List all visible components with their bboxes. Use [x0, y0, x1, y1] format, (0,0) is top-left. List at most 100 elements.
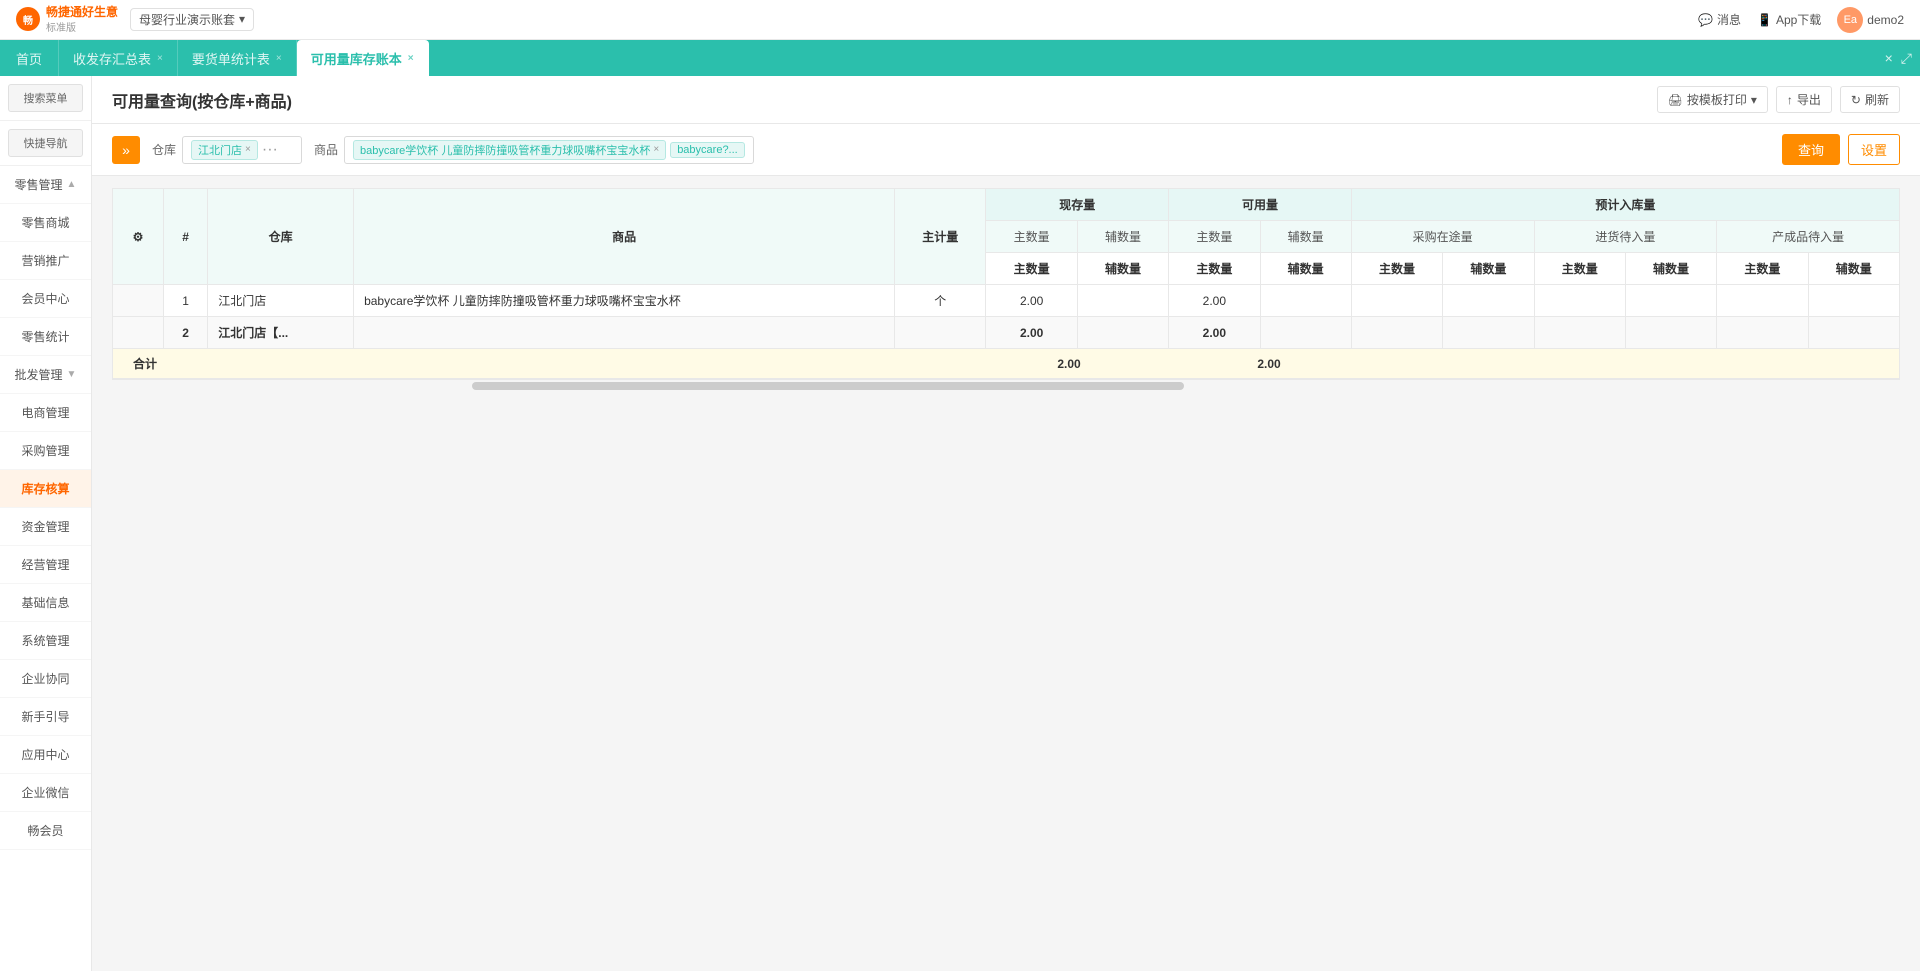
product-filter-input[interactable]: babycare学饮杯 儿童防摔防撞吸管杯重力球吸嘴杯宝宝水杯 × babyca… — [344, 136, 754, 164]
row1-inb-main — [1534, 285, 1625, 317]
close-all-btn[interactable]: × — [1885, 50, 1893, 66]
print-icon: 🖨 — [1668, 93, 1683, 107]
enterprise-collab-label: 企业协同 — [21, 670, 69, 687]
horizontal-scrollbar[interactable] — [112, 379, 1900, 391]
row1-main-unit: 个 — [895, 285, 986, 317]
sidebar-item-member[interactable]: 畅会员 — [0, 812, 91, 850]
sidebar-item-app-center[interactable]: 应用中心 — [0, 736, 91, 774]
sidebar-item-enterprise-collab[interactable]: 企业协同 — [0, 660, 91, 698]
row1-prod-aux — [1808, 285, 1899, 317]
sidebar-item-retail-mgmt[interactable]: 零售管理 ▲ — [0, 166, 91, 204]
sidebar-item-purchase[interactable]: 采购管理 — [0, 432, 91, 470]
col-pur-main: 主数量 — [1351, 253, 1442, 285]
col-current-aux-header: 辅数量 — [1077, 221, 1168, 253]
table-row: 2 江北门店【... 2.00 2.00 — [113, 317, 1900, 349]
warehouse-filter-input[interactable]: 江北门店 × ··· — [182, 136, 302, 164]
close-receipt-summary[interactable]: × — [157, 53, 163, 64]
col-settings[interactable]: ⚙ — [113, 189, 164, 285]
fullscreen-btn[interactable]: ⤢ — [1901, 50, 1912, 67]
sidebar: 搜索菜单 快捷导航 零售管理 ▲ 零售商城 营销推广 会员中心 零售统计 批发管… — [0, 76, 92, 971]
industry-label: 母婴行业演示账套 — [139, 11, 235, 28]
tab-home[interactable]: 首页 — [0, 40, 59, 76]
marketing-label: 营销推广 — [21, 252, 69, 269]
print-template-btn[interactable]: 🖨 按模板打印 ▾ — [1657, 86, 1768, 113]
row2-seq: 2 — [163, 317, 207, 349]
export-btn[interactable]: ↑ 导出 — [1776, 86, 1832, 113]
member-center-label: 会员中心 — [21, 290, 69, 307]
search-menu-btn[interactable]: 搜索菜单 — [8, 84, 83, 112]
tab-available-stock[interactable]: 可用量库存账本 × — [297, 40, 429, 76]
sidebar-item-ecommerce[interactable]: 电商管理 — [0, 394, 91, 432]
product-tag1-remove[interactable]: × — [653, 144, 659, 155]
col-main-unit-header: 主计量 — [895, 189, 986, 285]
col-prod-main: 主数量 — [1717, 253, 1808, 285]
col-inbound-pending-header: 进货待入量 — [1534, 221, 1717, 253]
product-tag1-value: babycare学饮杯 儿童防摔防撞吸管杯重力球吸嘴杯宝宝水杯 — [360, 142, 650, 158]
message-label: 消息 — [1717, 11, 1741, 28]
print-label: 按模板打印 — [1687, 91, 1747, 108]
col-av-main: 主数量 — [1169, 253, 1260, 285]
table-area: ⚙ # 仓库 商品 主计量 现存量 可用量 预计入库量 主数量 辅数量 主数量 … — [92, 176, 1920, 403]
sidebar-item-inventory[interactable]: 库存核算 — [0, 470, 91, 508]
close-available-stock[interactable]: × — [408, 53, 414, 64]
warehouse-filter: 仓库 江北门店 × ··· — [152, 136, 302, 164]
sidebar-item-retail-mall[interactable]: 零售商城 — [0, 204, 91, 242]
row2-settings[interactable] — [113, 317, 164, 349]
sidebar-item-member-center[interactable]: 会员中心 — [0, 280, 91, 318]
sidebar-item-finance[interactable]: 资金管理 — [0, 508, 91, 546]
sidebar-quick-nav: 快捷导航 — [0, 121, 91, 166]
sidebar-item-system-mgmt[interactable]: 系统管理 — [0, 622, 91, 660]
col-av-aux: 辅数量 — [1260, 253, 1351, 285]
quick-nav-btn[interactable]: 快捷导航 — [8, 129, 83, 157]
user-area[interactable]: Ea demo2 — [1837, 7, 1904, 33]
product-tag1: babycare学饮杯 儿童防摔防撞吸管杯重力球吸嘴杯宝宝水杯 × — [353, 140, 666, 160]
tab-receipt-summary[interactable]: 收发存汇总表 × — [59, 40, 178, 76]
page-actions: 🖨 按模板打印 ▾ ↑ 导出 ↻ 刷新 — [1657, 86, 1900, 113]
product-filter: 商品 babycare学饮杯 儿童防摔防撞吸管杯重力球吸嘴杯宝宝水杯 × bab… — [314, 136, 754, 164]
row1-settings[interactable] — [113, 285, 164, 317]
logo-text: 畅捷通好生意 — [46, 5, 118, 19]
filter-toggle-btn[interactable]: » — [112, 136, 140, 164]
warehouse-more-btn[interactable]: ··· — [262, 141, 278, 159]
basic-info-label: 基础信息 — [21, 594, 69, 611]
industry-dropdown-icon: ▾ — [239, 12, 245, 26]
row2-avail-aux — [1260, 317, 1351, 349]
row2-warehouse: 江北门店【... — [208, 317, 354, 349]
industry-selector[interactable]: 母婴行业演示账套 ▾ — [130, 8, 254, 31]
row1-warehouse: 江北门店 — [208, 285, 354, 317]
col-warehouse-header: 仓库 — [208, 189, 354, 285]
col-product-pending-header: 产成品待入量 — [1717, 221, 1900, 253]
sidebar-item-marketing[interactable]: 营销推广 — [0, 242, 91, 280]
tab-order-stats[interactable]: 要货单统计表 × — [178, 40, 297, 76]
available-stock-label: 可用量库存账本 — [311, 49, 402, 68]
query-btn[interactable]: 查询 — [1782, 134, 1840, 165]
top-bar-right: 💬 消息 📱 App下载 Ea demo2 — [1698, 7, 1904, 33]
warehouse-tag-remove[interactable]: × — [245, 144, 251, 155]
nav-tabs: 首页 收发存汇总表 × 要货单统计表 × 可用量库存账本 × × ⤢ — [0, 40, 1920, 76]
sidebar-item-ops-mgmt[interactable]: 经营管理 — [0, 546, 91, 584]
refresh-btn[interactable]: ↻ 刷新 — [1840, 86, 1900, 113]
scroll-thumb[interactable] — [472, 382, 1184, 390]
wholesale-arrow: ▼ — [67, 369, 77, 380]
sidebar-item-enterprise-wechat[interactable]: 企业微信 — [0, 774, 91, 812]
filter-bar: » 仓库 江北门店 × ··· 商品 babycare学饮杯 儿童防摔防撞吸管杯… — [92, 124, 1920, 176]
warehouse-tag: 江北门店 × — [191, 140, 258, 160]
setting-btn[interactable]: 设置 — [1848, 134, 1900, 165]
table-footer: 合计 2.00 2.00 — [112, 349, 1900, 379]
sidebar-item-new-guide[interactable]: 新手引导 — [0, 698, 91, 736]
sidebar-item-wholesale-mgmt[interactable]: 批发管理 ▼ — [0, 356, 91, 394]
row1-pur-main — [1351, 285, 1442, 317]
col-product-header: 商品 — [354, 189, 895, 285]
retail-mall-label: 零售商城 — [21, 214, 69, 231]
app-download-btn[interactable]: 📱 App下载 — [1757, 11, 1821, 28]
wholesale-mgmt-label: 批发管理 — [15, 366, 63, 383]
sidebar-item-basic-info[interactable]: 基础信息 — [0, 584, 91, 622]
logo-area: 畅 畅捷通好生意 标准版 — [16, 5, 118, 34]
sidebar-item-retail-stats[interactable]: 零售统计 — [0, 318, 91, 356]
export-label: 导出 — [1797, 91, 1821, 108]
print-dropdown-icon: ▾ — [1751, 93, 1757, 107]
close-order-stats[interactable]: × — [276, 53, 282, 64]
message-btn[interactable]: 💬 消息 — [1698, 11, 1741, 28]
enterprise-wechat-label: 企业微信 — [21, 784, 69, 801]
inventory-label: 库存核算 — [21, 480, 69, 497]
